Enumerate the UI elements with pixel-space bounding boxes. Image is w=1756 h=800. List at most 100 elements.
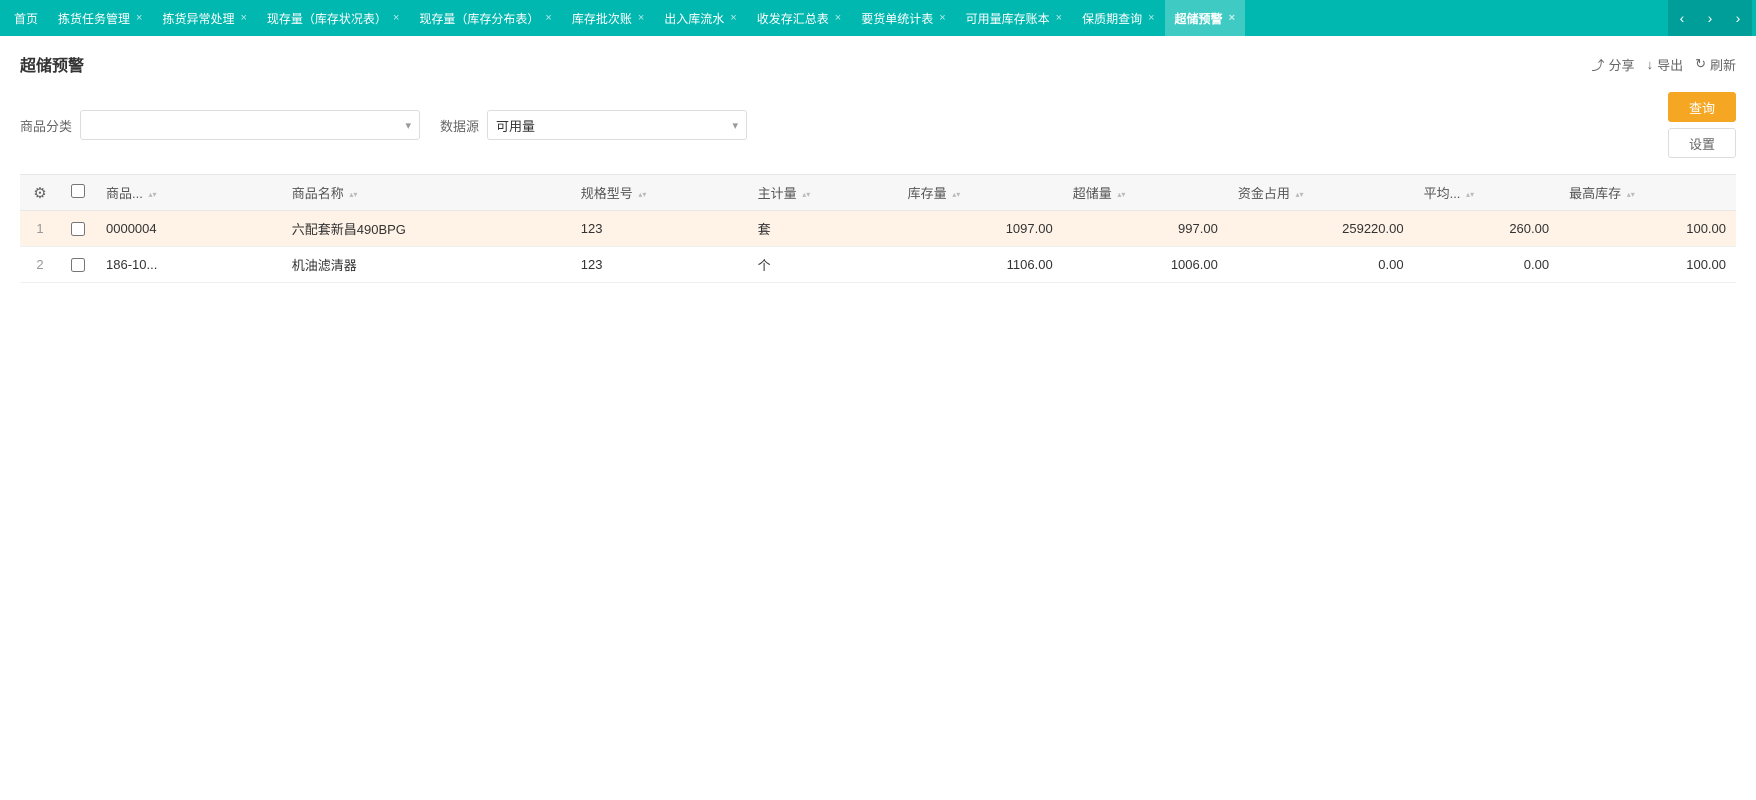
cell-name: 六配套新昌490BPG — [282, 211, 571, 247]
cell-index: 2 — [20, 247, 60, 283]
datasource-filter: 数据源 可用量 ▾ — [440, 110, 747, 140]
close-tab-5[interactable]: × — [638, 12, 644, 24]
nav-tab-6[interactable]: 出入库流水 × — [654, 0, 746, 36]
page-content: 超储预警 ⤴ 分享 ↓ 导出 ↻ 刷新 商品分类 ▾ 数据源 — [0, 36, 1756, 800]
close-tab-11[interactable]: × — [1229, 12, 1235, 24]
nav-tab-2[interactable]: 拣货异常处理 × — [152, 0, 256, 36]
nav-tab-9[interactable]: 可用量库存账本 × — [956, 0, 1072, 36]
th-name: 商品名称 ▴▾ — [282, 175, 571, 211]
header-actions: ⤴ 分享 ↓ 导出 ↻ 刷新 — [1592, 55, 1736, 74]
category-chevron-icon: ▾ — [405, 119, 411, 132]
select-all-checkbox[interactable] — [71, 184, 85, 198]
data-table: ⚙ 商品... ▴▾ 商品名称 ▴▾ 规格型号 ▴▾ 主计 — [20, 174, 1736, 283]
sort-avg-icon[interactable]: ▴▾ — [1466, 191, 1474, 199]
cell-over: 1006.00 — [1063, 247, 1228, 283]
close-tab-6[interactable]: × — [730, 12, 736, 24]
sort-maxstock-icon[interactable]: ▴▾ — [1627, 191, 1635, 199]
row-checkbox-1[interactable] — [71, 258, 85, 272]
table-body: 1 0000004 六配套新昌490BPG 123 套 1097.00 997.… — [20, 211, 1736, 283]
datasource-label: 数据源 — [440, 116, 479, 135]
page-header: 超储预警 ⤴ 分享 ↓ 导出 ↻ 刷新 — [20, 52, 1736, 76]
cell-name: 机油滤清器 — [282, 247, 571, 283]
cell-stock: 1106.00 — [898, 247, 1063, 283]
cell-index: 1 — [20, 211, 60, 247]
cell-unit: 个 — [748, 247, 898, 283]
cell-avg: 260.00 — [1414, 211, 1560, 247]
query-button[interactable]: 查询 — [1668, 92, 1736, 122]
sort-capital-icon[interactable]: ▴▾ — [1295, 191, 1303, 199]
cell-capital: 259220.00 — [1228, 211, 1414, 247]
cell-maxstock: 100.00 — [1559, 211, 1736, 247]
cell-checkbox — [60, 211, 96, 247]
cell-stock: 1097.00 — [898, 211, 1063, 247]
cell-spec: 123 — [571, 211, 748, 247]
nav-tab-4[interactable]: 现存量（库存分布表） × — [409, 0, 561, 36]
close-tab-8[interactable]: × — [939, 12, 945, 24]
gear-icon[interactable]: ⚙ — [33, 185, 46, 202]
top-nav: 首页 拣货任务管理 × 拣货异常处理 × 现存量（库存状况表） × 现存量（库存… — [0, 0, 1756, 36]
refresh-button[interactable]: ↻ 刷新 — [1695, 55, 1736, 74]
sort-over-icon[interactable]: ▴▾ — [1117, 191, 1125, 199]
nav-tab-8[interactable]: 要货单统计表 × — [851, 0, 955, 36]
th-settings: ⚙ — [20, 175, 60, 211]
close-tab-7[interactable]: × — [835, 12, 841, 24]
page-title: 超储预警 — [20, 52, 84, 76]
nav-more-arrow[interactable]: › — [1724, 0, 1752, 36]
cell-capital: 0.00 — [1228, 247, 1414, 283]
close-tab-2[interactable]: × — [240, 12, 246, 24]
close-tab-4[interactable]: × — [545, 12, 551, 24]
sort-name-icon[interactable]: ▴▾ — [349, 191, 357, 199]
row-checkbox-0[interactable] — [71, 222, 85, 236]
nav-tab-home[interactable]: 首页 — [4, 0, 48, 36]
th-avg: 平均... ▴▾ — [1414, 175, 1560, 211]
th-stock: 库存量 ▴▾ — [898, 175, 1063, 211]
share-button[interactable]: ⤴ 分享 — [1592, 55, 1635, 74]
refresh-icon: ↻ — [1695, 56, 1706, 72]
nav-next-arrow[interactable]: › — [1696, 0, 1724, 36]
th-maxstock: 最高库存 ▴▾ — [1559, 175, 1736, 211]
category-select[interactable]: ▾ — [80, 110, 420, 140]
nav-tab-5[interactable]: 库存批次账 × — [562, 0, 654, 36]
th-spec: 规格型号 ▴▾ — [571, 175, 748, 211]
cell-maxstock: 100.00 — [1559, 247, 1736, 283]
cell-avg: 0.00 — [1414, 247, 1560, 283]
datasource-chevron-icon: ▾ — [733, 119, 739, 132]
nav-tab-1[interactable]: 拣货任务管理 × — [48, 0, 152, 36]
th-code: 商品... ▴▾ — [96, 175, 282, 211]
close-tab-10[interactable]: × — [1148, 12, 1154, 24]
close-tab-9[interactable]: × — [1056, 12, 1062, 24]
cell-code: 186-10... — [96, 247, 282, 283]
table-row: 1 0000004 六配套新昌490BPG 123 套 1097.00 997.… — [20, 211, 1736, 247]
export-button[interactable]: ↓ 导出 — [1647, 55, 1684, 74]
close-tab-3[interactable]: × — [393, 12, 399, 24]
nav-arrows: ‹ › › — [1668, 0, 1752, 36]
export-icon: ↓ — [1647, 57, 1654, 72]
share-icon: ⤴ — [1592, 55, 1605, 74]
nav-tab-10[interactable]: 保质期查询 × — [1072, 0, 1164, 36]
filter-row: 商品分类 ▾ 数据源 可用量 ▾ 查询 设置 — [20, 92, 1736, 158]
settings-button[interactable]: 设置 — [1668, 128, 1736, 158]
sort-spec-icon[interactable]: ▴▾ — [638, 191, 646, 199]
cell-spec: 123 — [571, 247, 748, 283]
nav-prev-arrow[interactable]: ‹ — [1668, 0, 1696, 36]
nav-tab-3[interactable]: 现存量（库存状况表） × — [257, 0, 409, 36]
sort-code-icon[interactable]: ▴▾ — [148, 191, 156, 199]
cell-unit: 套 — [748, 211, 898, 247]
category-label: 商品分类 — [20, 116, 72, 135]
close-tab-1[interactable]: × — [136, 12, 142, 24]
table-header-row: ⚙ 商品... ▴▾ 商品名称 ▴▾ 规格型号 ▴▾ 主计 — [20, 175, 1736, 211]
cell-over: 997.00 — [1063, 211, 1228, 247]
datasource-select[interactable]: 可用量 ▾ — [487, 110, 747, 140]
cell-code: 0000004 — [96, 211, 282, 247]
table-row: 2 186-10... 机油滤清器 123 个 1106.00 1006.00 … — [20, 247, 1736, 283]
nav-tab-7[interactable]: 收发存汇总表 × — [747, 0, 851, 36]
cell-checkbox — [60, 247, 96, 283]
th-unit: 主计量 ▴▾ — [748, 175, 898, 211]
sort-stock-icon[interactable]: ▴▾ — [952, 191, 960, 199]
th-capital: 资金占用 ▴▾ — [1228, 175, 1414, 211]
nav-tab-11[interactable]: 超储预警 × — [1165, 0, 1245, 36]
th-over: 超储量 ▴▾ — [1063, 175, 1228, 211]
category-filter: 商品分类 ▾ — [20, 110, 420, 140]
sort-unit-icon[interactable]: ▴▾ — [802, 191, 810, 199]
th-checkbox — [60, 175, 96, 211]
